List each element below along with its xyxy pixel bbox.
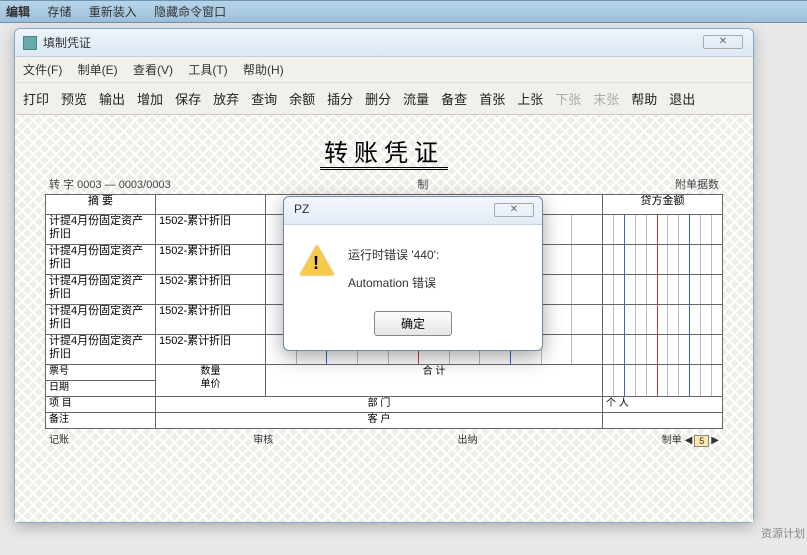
toolbar-下张: 下张 — [555, 92, 581, 107]
dialog-ok-button[interactable]: 确定 — [374, 311, 452, 336]
label-project: 项 目 — [46, 397, 156, 413]
voucher-bottom: 记账 审核 出纳 制单 ◀5▶ — [45, 429, 723, 447]
window-title: 填制凭证 — [43, 34, 91, 51]
label-date: 日期 — [46, 381, 156, 397]
menu-file[interactable]: 文件(F) — [23, 63, 62, 77]
menu-save[interactable]: 存储 — [47, 5, 71, 19]
warning-icon — [300, 243, 334, 277]
cell-credit[interactable] — [603, 275, 723, 305]
col-credit: 贷方金额 — [603, 195, 723, 215]
label-person: 个 人 — [603, 397, 723, 413]
menu-help[interactable]: 帮助(H) — [243, 63, 284, 77]
voucher-attach: 附单据数 — [675, 176, 719, 192]
cell-subject[interactable]: 1502-累计折旧 — [156, 275, 266, 305]
dialog-title: PZ — [294, 202, 309, 216]
cell-summary[interactable]: 计提4月份固定资产折旧 — [46, 275, 156, 305]
label-record: 记账 — [49, 431, 69, 447]
cell-summary[interactable]: 计提4月份固定资产折旧 — [46, 305, 156, 335]
cell-subject[interactable]: 1502-累计折旧 — [156, 245, 266, 275]
label-ticket: 票号 — [46, 365, 156, 381]
toolbar-打印[interactable]: 打印 — [23, 92, 49, 107]
menu-edit[interactable]: 编辑 — [6, 5, 30, 19]
side-brand-label: 资源计划 — [761, 525, 805, 541]
toolbar-增加[interactable]: 增加 — [137, 92, 163, 107]
label-dept: 部 门 — [156, 397, 603, 413]
pager[interactable]: ◀5▶ — [685, 435, 719, 447]
cell-subject[interactable]: 1502-累计折旧 — [156, 215, 266, 245]
menu-hide-cmd[interactable]: 隐藏命令窗口 — [154, 5, 226, 19]
toolbar-删分[interactable]: 删分 — [365, 92, 391, 107]
label-qty: 数量 — [159, 365, 262, 378]
col-summary: 摘 要 — [46, 195, 156, 215]
toolbar-首张[interactable]: 首张 — [479, 92, 505, 107]
toolbar-放弃[interactable]: 放弃 — [213, 92, 239, 107]
label-price: 单价 — [159, 378, 262, 391]
label-cashier: 出纳 — [458, 431, 478, 447]
toolbar: 打印预览输出增加保存放弃查询余额插分删分流量备查首张上张下张末张帮助退出 — [15, 83, 753, 115]
cell-credit[interactable] — [603, 335, 723, 365]
cell-subject[interactable]: 1502-累计折旧 — [156, 335, 266, 365]
toolbar-预览[interactable]: 预览 — [61, 92, 87, 107]
menu-view[interactable]: 查看(V) — [133, 63, 173, 77]
voucher-mid: 制 — [417, 176, 428, 192]
toolbar-帮助[interactable]: 帮助 — [631, 92, 657, 107]
cell-summary[interactable]: 计提4月份固定资产折旧 — [46, 335, 156, 365]
error-dialog: PZ ✕ 运行时错误 '440': Automation 错误 确定 — [283, 196, 543, 351]
toolbar-输出[interactable]: 输出 — [99, 92, 125, 107]
toolbar-退出[interactable]: 退出 — [669, 92, 695, 107]
label-review: 审核 — [253, 431, 273, 447]
menu-reload[interactable]: 重新装入 — [89, 5, 137, 19]
toolbar-查询[interactable]: 查询 — [251, 92, 277, 107]
label-total: 合 计 — [266, 365, 603, 397]
label-customer: 客 户 — [156, 413, 603, 429]
dialog-close-button[interactable]: ✕ — [494, 203, 534, 217]
cell-credit[interactable] — [603, 245, 723, 275]
cell-credit[interactable] — [603, 215, 723, 245]
app-icon — [23, 36, 37, 50]
menubar: 文件(F) 制单(E) 查看(V) 工具(T) 帮助(H) — [15, 57, 753, 83]
toolbar-流量[interactable]: 流量 — [403, 92, 429, 107]
label-maker: 制单 — [662, 435, 682, 446]
voucher-number: 转 字 0003 — 0003/0003 — [49, 176, 171, 192]
dialog-message: 运行时错误 '440': Automation 错误 — [348, 243, 439, 293]
cell-summary[interactable]: 计提4月份固定资产折旧 — [46, 215, 156, 245]
toolbar-末张: 末张 — [593, 92, 619, 107]
voucher-meta: 转 字 0003 — 0003/0003 制 附单据数 — [45, 176, 723, 194]
cell-credit[interactable] — [603, 305, 723, 335]
outer-menu: 编辑 存储 重新装入 隐藏命令窗口 — [0, 1, 807, 23]
cell-subject[interactable]: 1502-累计折旧 — [156, 305, 266, 335]
menu-make[interactable]: 制单(E) — [78, 63, 118, 77]
menu-tools[interactable]: 工具(T) — [188, 63, 227, 77]
toolbar-备查[interactable]: 备查 — [441, 92, 467, 107]
toolbar-上张[interactable]: 上张 — [517, 92, 543, 107]
window-titlebar: 填制凭证 ✕ — [15, 29, 753, 57]
toolbar-余额[interactable]: 余额 — [289, 92, 315, 107]
toolbar-保存[interactable]: 保存 — [175, 92, 201, 107]
col-subject — [156, 195, 266, 215]
voucher-title: 转账凭证 — [45, 133, 723, 168]
dialog-titlebar: PZ ✕ — [284, 197, 542, 225]
window-close-button[interactable]: ✕ — [703, 35, 743, 49]
label-note: 备注 — [46, 413, 156, 429]
toolbar-插分[interactable]: 插分 — [327, 92, 353, 107]
cell-summary[interactable]: 计提4月份固定资产折旧 — [46, 245, 156, 275]
